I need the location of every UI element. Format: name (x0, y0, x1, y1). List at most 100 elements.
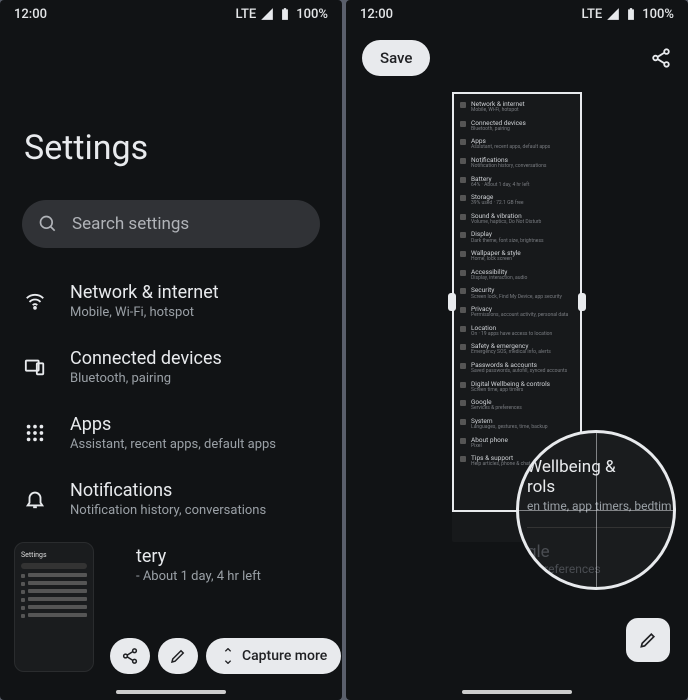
share-icon[interactable] (650, 47, 672, 69)
mini-icon (460, 419, 466, 425)
mini-item[interactable]: NotificationsNotification history, conve… (458, 154, 576, 173)
mini-subtitle: Bluetooth, pairing (471, 127, 574, 133)
network-label: LTE (236, 7, 257, 22)
item-subtitle: Notification history, conversations (70, 503, 266, 518)
search-field[interactable]: Search settings (22, 200, 320, 248)
mini-subtitle: Languages, gestures, time, backup (471, 425, 574, 431)
battery-icon (278, 7, 292, 21)
search-icon (38, 214, 58, 234)
screenshot-thumbnail[interactable]: Settings (14, 542, 94, 672)
mini-icon (460, 363, 466, 369)
item-title: Notifications (70, 480, 266, 501)
mini-subtitle: Saved passwords, autofill, synced accoun… (471, 369, 574, 375)
battery-icon (624, 7, 638, 21)
nav-pill[interactable] (462, 690, 572, 694)
mini-item[interactable]: Digital Wellbeing & controlsScreen time,… (458, 378, 576, 397)
mini-item[interactable]: SystemLanguages, gestures, time, backup (458, 415, 576, 434)
capture-more-button[interactable]: Capture more (206, 638, 341, 674)
pencil-icon (638, 630, 658, 650)
status-bar: 12:00 LTE 100% (346, 0, 688, 28)
capture-more-label: Capture more (242, 648, 327, 664)
mini-subtitle: Volume, haptics, Do Not Disturb (471, 220, 574, 226)
mini-item[interactable]: GoogleServices & preferences (458, 396, 576, 415)
mini-item[interactable]: Safety & emergencyEmergency SOS, medical… (458, 340, 576, 359)
save-button[interactable]: Save (362, 40, 430, 76)
battery-pct: 100% (296, 7, 328, 22)
status-bar: 12:00 LTE 100% (0, 0, 342, 28)
item-title: tery (136, 546, 261, 567)
item-connected-devices[interactable]: Connected devicesBluetooth, pairing (22, 334, 320, 400)
mini-subtitle: Home, lock screen (471, 257, 574, 263)
mini-item[interactable]: DisplayDark theme, font size, brightness (458, 228, 576, 247)
mini-subtitle: Dark theme, font size, brightness (471, 239, 574, 245)
expand-icon (220, 648, 236, 664)
mini-icon (460, 214, 466, 220)
mini-icon (460, 102, 466, 108)
mini-item[interactable]: Connected devicesBluetooth, pairing (458, 117, 576, 136)
mini-subtitle: On · 19 apps have access to location (471, 332, 574, 338)
mini-subtitle: Permissions, account activity, personal … (471, 313, 574, 319)
magnifier-loupe: Wellbeing & rols en time, app timers, be… (516, 430, 676, 590)
mini-item[interactable]: Sound & vibrationVolume, haptics, Do Not… (458, 210, 576, 229)
mini-subtitle: Notification history, conversations (471, 164, 574, 170)
item-title: Apps (70, 414, 276, 435)
mini-item[interactable]: AppsAssistant, recent apps, default apps (458, 135, 576, 154)
battery-pct: 100% (642, 7, 674, 22)
mini-icon (460, 232, 466, 238)
item-notifications[interactable]: Notifications Notification history, conve… (22, 466, 320, 532)
mini-icon (460, 456, 466, 462)
network-label: LTE (582, 7, 603, 22)
mini-icon (460, 307, 466, 313)
item-subtitle: - About 1 day, 4 hr left (136, 569, 261, 584)
mini-item[interactable]: SecurityScreen lock, Find My Device, app… (458, 284, 576, 303)
mini-item[interactable]: Passwords & accountsSaved passwords, aut… (458, 359, 576, 378)
page-title: Settings (0, 28, 342, 200)
mini-subtitle: Screen time, app timers (471, 388, 574, 394)
item-subtitle: Assistant, recent apps, default apps (70, 437, 276, 452)
item-title: Network & internet (70, 282, 219, 303)
mini-icon (460, 270, 466, 276)
mini-subtitle: 64% · About 1 day, 4 hr left (471, 183, 574, 189)
mini-icon (460, 344, 466, 350)
edit-button[interactable] (158, 638, 198, 674)
pencil-icon (169, 647, 187, 665)
mini-icon (460, 121, 466, 127)
status-time: 12:00 (360, 7, 393, 22)
mag-sub2: & preferences (527, 562, 673, 576)
screenshot-actions: Capture more (110, 638, 341, 674)
devices-icon (24, 356, 46, 378)
mini-item[interactable]: Wallpaper & styleHome, lock screen (458, 247, 576, 266)
signal-icon (260, 7, 274, 21)
thumb-title: Settings (21, 551, 87, 559)
mini-item[interactable]: LocationOn · 19 apps have access to loca… (458, 322, 576, 341)
mini-subtitle: 39% used · 72.1 GB free (471, 201, 574, 207)
mini-icon (460, 438, 466, 444)
apps-icon (24, 422, 46, 444)
save-label: Save (380, 49, 412, 67)
signal-icon (606, 7, 620, 21)
mini-icon (460, 382, 466, 388)
bell-icon (24, 488, 46, 510)
mini-item[interactable]: PrivacyPermissions, account activity, pe… (458, 303, 576, 322)
search-placeholder: Search settings (72, 214, 189, 234)
status-right: LTE 100% (236, 7, 328, 22)
mini-icon (460, 288, 466, 294)
mini-subtitle: Emergency SOS, medical info, alerts (471, 350, 574, 356)
mini-subtitle: Screen lock, Find My Device, app securit… (471, 295, 574, 301)
mini-item[interactable]: Battery64% · About 1 day, 4 hr left (458, 173, 576, 192)
item-apps[interactable]: Apps Assistant, recent apps, default apps (22, 400, 320, 466)
share-button[interactable] (110, 638, 150, 674)
mini-item[interactable]: Network & internetMobile, Wi-Fi, hotspot (458, 98, 576, 117)
nav-pill[interactable] (116, 690, 226, 694)
mag-line2: gle (527, 542, 673, 562)
phone-settings: 12:00 LTE 100% Settings Search settings … (0, 0, 342, 700)
edit-fab[interactable] (626, 618, 670, 662)
item-network[interactable]: Network & internet Mobile, Wi-Fi, hotspot (22, 268, 320, 334)
mini-item[interactable]: AccessibilityDisplay, interaction, audio (458, 266, 576, 285)
mini-icon (460, 251, 466, 257)
share-icon (121, 647, 139, 665)
mini-icon (460, 195, 466, 201)
mini-item[interactable]: Storage39% used · 72.1 GB free (458, 191, 576, 210)
item-subtitle: Mobile, Wi-Fi, hotspot (70, 305, 219, 320)
mini-subtitle: Display, interaction, audio (471, 276, 574, 282)
